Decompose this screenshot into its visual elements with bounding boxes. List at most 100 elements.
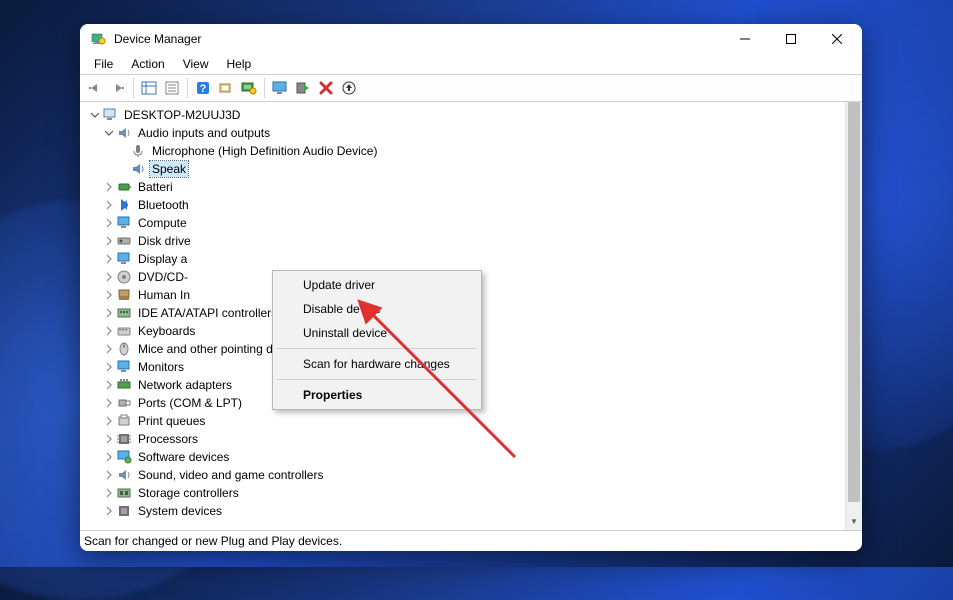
tree-root-label: DESKTOP-M2UUJ3D bbox=[122, 107, 242, 123]
tree-item[interactable]: Disk drive bbox=[84, 232, 845, 250]
device-manager-window: Device Manager File Action View Help ? bbox=[80, 24, 862, 551]
menu-action[interactable]: Action bbox=[123, 55, 172, 73]
ctx-properties[interactable]: Properties bbox=[275, 383, 479, 407]
chevron-right-icon[interactable] bbox=[102, 324, 116, 338]
tree-item[interactable]: Bluetooth bbox=[84, 196, 845, 214]
ctx-separator bbox=[277, 348, 477, 349]
statusbar: Scan for changed or new Plug and Play de… bbox=[80, 531, 862, 551]
tree-item[interactable]: Storage controllers bbox=[84, 484, 845, 502]
tree-item[interactable]: Sound, video and game controllers bbox=[84, 466, 845, 484]
uninstall-button[interactable] bbox=[315, 77, 337, 99]
device-category-icon bbox=[116, 413, 132, 429]
device-category-icon bbox=[116, 305, 132, 321]
tree-item-label: Speak bbox=[150, 161, 188, 177]
chevron-right-icon[interactable] bbox=[102, 432, 116, 446]
svg-text:?: ? bbox=[200, 83, 207, 95]
tree-item[interactable]: Display a bbox=[84, 250, 845, 268]
computer-icon bbox=[102, 107, 118, 123]
chevron-right-icon[interactable] bbox=[102, 360, 116, 374]
device-tree-container: DESKTOP-M2UUJ3D Audio inputs and outputs… bbox=[80, 102, 862, 531]
help-button[interactable]: ? bbox=[192, 77, 214, 99]
titlebar: Device Manager bbox=[80, 24, 862, 54]
ctx-uninstall-device[interactable]: Uninstall device bbox=[275, 321, 479, 345]
tree-item-label: Print queues bbox=[136, 413, 207, 429]
chevron-right-icon[interactable] bbox=[102, 288, 116, 302]
minimize-button[interactable] bbox=[722, 24, 768, 54]
tree-item[interactable]: Software devices bbox=[84, 448, 845, 466]
properties-button[interactable] bbox=[161, 77, 183, 99]
tree-microphone[interactable]: Microphone (High Definition Audio Device… bbox=[84, 142, 845, 160]
show-hidden-button[interactable] bbox=[138, 77, 160, 99]
menu-help[interactable]: Help bbox=[219, 55, 260, 73]
chevron-right-icon[interactable] bbox=[102, 180, 116, 194]
tree-item-label: IDE ATA/ATAPI controllers bbox=[136, 305, 279, 321]
chevron-right-icon[interactable] bbox=[102, 216, 116, 230]
speaker-icon bbox=[130, 161, 146, 177]
close-button[interactable] bbox=[814, 24, 860, 54]
tree-item-label: Software devices bbox=[136, 449, 231, 465]
tree-item-label: Bluetooth bbox=[136, 197, 191, 213]
tree-item[interactable]: Batteri bbox=[84, 178, 845, 196]
window-title: Device Manager bbox=[114, 32, 201, 46]
device-category-icon bbox=[116, 269, 132, 285]
tree-item[interactable]: Print queues bbox=[84, 412, 845, 430]
context-menu: Update driver Disable device Uninstall d… bbox=[272, 270, 482, 410]
tree-item[interactable]: System devices bbox=[84, 502, 845, 520]
monitor-button[interactable] bbox=[269, 77, 291, 99]
ctx-scan-hardware[interactable]: Scan for hardware changes bbox=[275, 352, 479, 376]
tree-item-label: DVD/CD- bbox=[136, 269, 190, 285]
microphone-icon bbox=[130, 143, 146, 159]
back-button[interactable] bbox=[84, 77, 106, 99]
device-category-icon bbox=[116, 359, 132, 375]
chevron-right-icon[interactable] bbox=[102, 468, 116, 482]
chevron-right-icon[interactable] bbox=[102, 342, 116, 356]
scan-hardware-button[interactable] bbox=[238, 77, 260, 99]
chevron-right-icon[interactable] bbox=[102, 234, 116, 248]
chevron-right-icon[interactable] bbox=[102, 396, 116, 410]
up-button[interactable] bbox=[338, 77, 360, 99]
scroll-down-icon[interactable]: ▼ bbox=[846, 513, 862, 530]
device-category-icon bbox=[116, 431, 132, 447]
chevron-right-icon[interactable] bbox=[102, 450, 116, 464]
maximize-button[interactable] bbox=[768, 24, 814, 54]
enable-device-button[interactable] bbox=[292, 77, 314, 99]
tree-item-label: Compute bbox=[136, 215, 189, 231]
update-driver-button[interactable] bbox=[215, 77, 237, 99]
chevron-right-icon[interactable] bbox=[102, 378, 116, 392]
device-category-icon bbox=[116, 251, 132, 267]
chevron-down-icon[interactable] bbox=[88, 108, 102, 122]
menu-file[interactable]: File bbox=[86, 55, 121, 73]
chevron-right-icon[interactable] bbox=[102, 270, 116, 284]
tree-item-label: Storage controllers bbox=[136, 485, 241, 501]
chevron-down-icon[interactable] bbox=[102, 126, 116, 140]
ctx-update-driver[interactable]: Update driver bbox=[275, 273, 479, 297]
tree-speakers[interactable]: Speak bbox=[84, 160, 845, 178]
device-category-icon bbox=[116, 467, 132, 483]
device-category-icon bbox=[116, 503, 132, 519]
tree-item[interactable]: Processors bbox=[84, 430, 845, 448]
app-icon bbox=[90, 31, 106, 47]
device-category-icon bbox=[116, 377, 132, 393]
chevron-right-icon[interactable] bbox=[102, 414, 116, 428]
device-category-icon bbox=[116, 287, 132, 303]
chevron-right-icon[interactable] bbox=[102, 486, 116, 500]
forward-button[interactable] bbox=[107, 77, 129, 99]
ctx-disable-device[interactable]: Disable device bbox=[275, 297, 479, 321]
chevron-right-icon[interactable] bbox=[102, 198, 116, 212]
chevron-right-icon[interactable] bbox=[102, 252, 116, 266]
chevron-right-icon[interactable] bbox=[102, 306, 116, 320]
tree-root[interactable]: DESKTOP-M2UUJ3D bbox=[84, 106, 845, 124]
tree-item[interactable]: Compute bbox=[84, 214, 845, 232]
device-category-icon bbox=[116, 179, 132, 195]
tree-audio-group[interactable]: Audio inputs and outputs bbox=[84, 124, 845, 142]
tree-item-label: Audio inputs and outputs bbox=[136, 125, 272, 141]
tree-item-label: Sound, video and game controllers bbox=[136, 467, 325, 483]
device-category-icon bbox=[116, 233, 132, 249]
menu-view[interactable]: View bbox=[175, 55, 217, 73]
device-category-icon bbox=[116, 449, 132, 465]
vertical-scrollbar[interactable]: ▲ ▼ bbox=[845, 102, 862, 530]
tree-item-label: Keyboards bbox=[136, 323, 197, 339]
tree-item-label: Disk drive bbox=[136, 233, 193, 249]
scroll-thumb[interactable] bbox=[848, 102, 860, 502]
chevron-right-icon[interactable] bbox=[102, 504, 116, 518]
